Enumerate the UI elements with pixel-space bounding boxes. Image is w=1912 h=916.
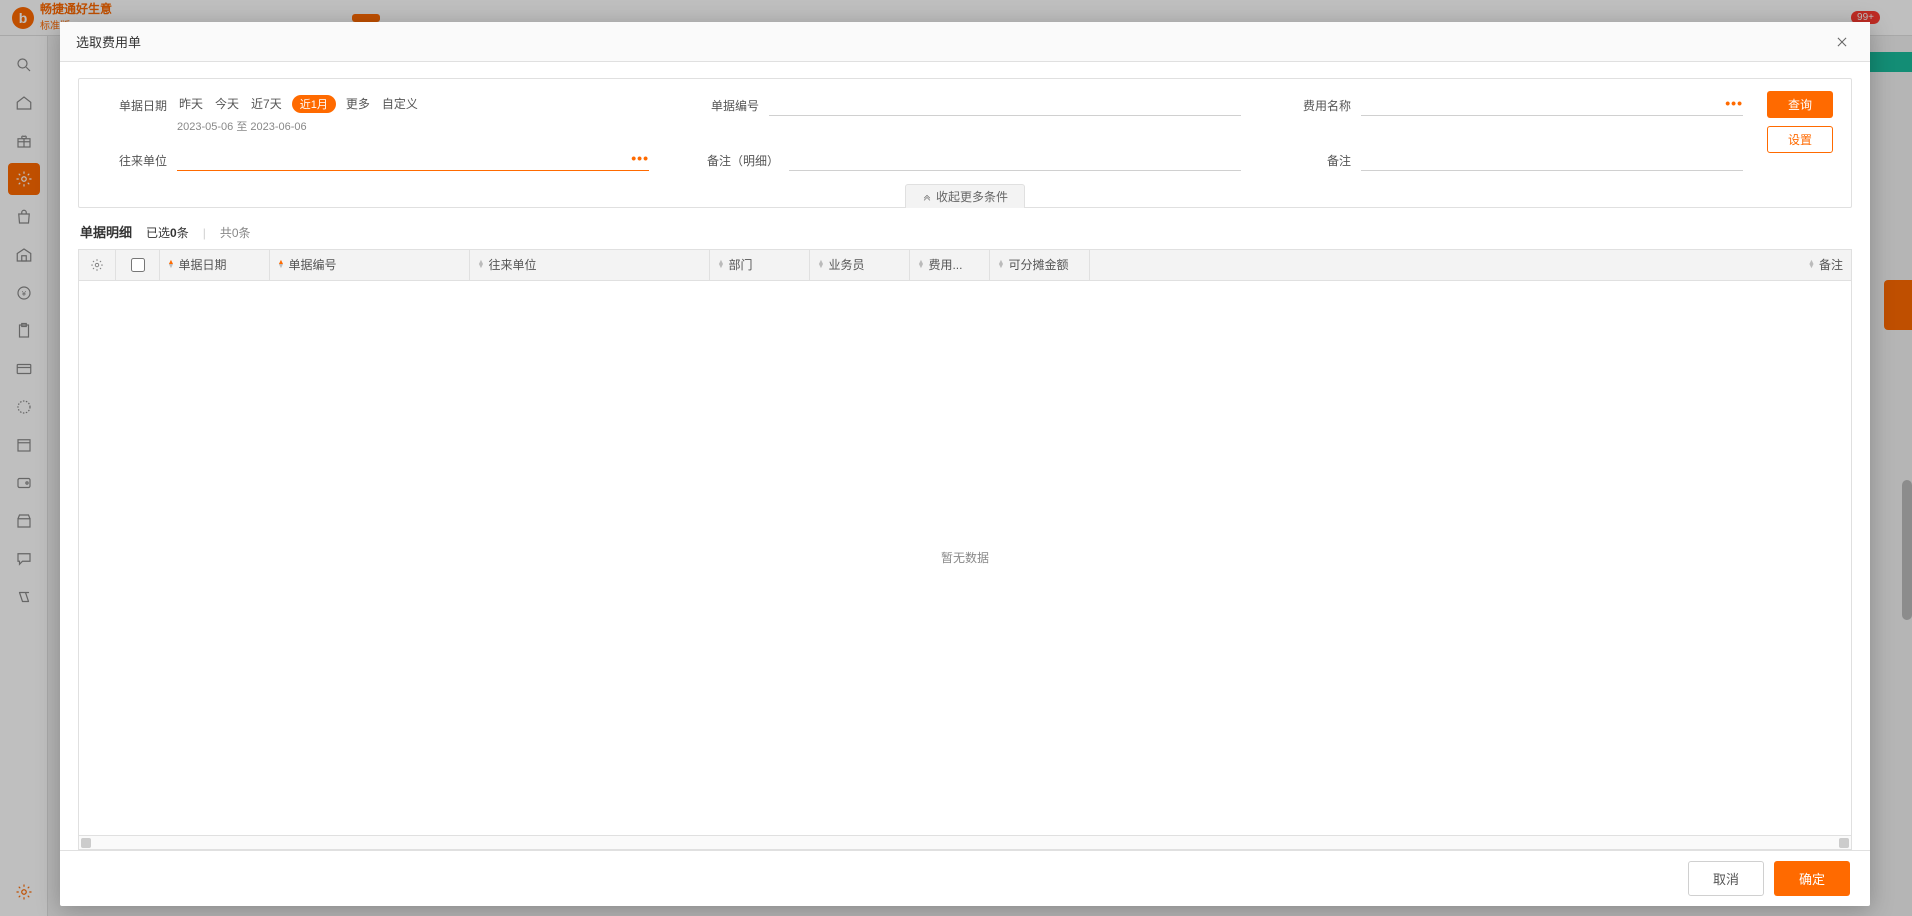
col-salesman[interactable]: ▲▼业务员 xyxy=(809,250,909,280)
docno-input[interactable] xyxy=(769,93,1241,116)
sort-icon: ▲▼ xyxy=(918,261,925,269)
date-range-text: 2023-05-06 至 2023-06-06 xyxy=(177,118,649,134)
scroll-right-icon[interactable] xyxy=(1839,838,1849,848)
col-date[interactable]: ▲▼单据日期 xyxy=(159,250,269,280)
partner-input[interactable] xyxy=(177,148,649,171)
sort-icon: ▲▼ xyxy=(478,261,485,269)
gear-icon xyxy=(90,258,104,272)
filter-partner-label: 往来单位 xyxy=(97,148,167,169)
scroll-left-icon[interactable] xyxy=(81,838,91,848)
collapse-toggle[interactable]: 收起更多条件 xyxy=(905,184,1025,208)
filter-docno-label: 单据编号 xyxy=(689,93,759,114)
remark-detail-input[interactable] xyxy=(789,148,1241,171)
col-dept[interactable]: ▲▼部门 xyxy=(709,250,809,280)
col-docno[interactable]: ▲▼单据编号 xyxy=(269,250,469,280)
filter-date-label: 单据日期 xyxy=(97,93,167,114)
date-link-more[interactable]: 更多 xyxy=(344,93,372,114)
filter-actions: 查询 设置 xyxy=(1767,91,1833,153)
filter-feename: 费用名称 ••• xyxy=(1281,93,1833,134)
date-link-custom[interactable]: 自定义 xyxy=(380,93,420,114)
sort-icon: ▲▼ xyxy=(818,261,825,269)
col-fee[interactable]: ▲▼费用... xyxy=(909,250,989,280)
modal-footer: 取消 确定 xyxy=(60,850,1870,906)
date-link-last7[interactable]: 近7天 xyxy=(249,93,284,114)
cancel-button[interactable]: 取消 xyxy=(1688,861,1764,896)
filter-panel: 单据日期 昨天 今天 近7天 近1月 更多 自定义 2023-05-06 至 2… xyxy=(78,78,1852,208)
sort-icon: ▲▼ xyxy=(1808,261,1815,269)
settings-button[interactable]: 设置 xyxy=(1767,126,1833,153)
chevron-up-icon xyxy=(922,192,932,202)
list-selected: 已选0条 xyxy=(146,224,189,241)
list-header: 单据明细 已选0条 | 共0条 xyxy=(80,222,1852,241)
horizontal-scrollbar[interactable] xyxy=(79,835,1851,849)
col-gear[interactable] xyxy=(79,250,115,280)
date-link-yesterday[interactable]: 昨天 xyxy=(177,93,205,114)
remark-input[interactable] xyxy=(1361,148,1743,171)
filter-date: 单据日期 昨天 今天 近7天 近1月 更多 自定义 2023-05-06 至 2… xyxy=(97,93,649,134)
list-title: 单据明细 xyxy=(80,222,132,241)
col-remark[interactable]: ▲▼备注 xyxy=(1089,250,1851,280)
feename-input[interactable] xyxy=(1361,93,1743,116)
table: ▲▼单据日期 ▲▼单据编号 ▲▼往来单位 ▲▼部门 ▲▼业务员 ▲▼费用... … xyxy=(78,249,1852,850)
filter-remark-detail: 备注（明细） xyxy=(689,148,1241,171)
filter-feename-label: 费用名称 xyxy=(1281,93,1351,114)
partner-more-icon[interactable]: ••• xyxy=(631,150,649,166)
modal-title: 选取费用单 xyxy=(76,32,141,51)
sort-icon: ▲▼ xyxy=(998,261,1005,269)
empty-state: 暂无数据 xyxy=(79,281,1851,836)
col-check[interactable] xyxy=(115,250,159,280)
filter-partner: 往来单位 ••• xyxy=(97,148,649,171)
date-link-last1m[interactable]: 近1月 xyxy=(292,95,336,113)
sort-icon: ▲▼ xyxy=(718,261,725,269)
collapse-label: 收起更多条件 xyxy=(936,188,1008,205)
feename-more-icon[interactable]: ••• xyxy=(1725,95,1743,111)
filter-remark-label: 备注 xyxy=(1281,148,1351,169)
search-button[interactable]: 查询 xyxy=(1767,91,1833,118)
modal-body: 单据日期 昨天 今天 近7天 近1月 更多 自定义 2023-05-06 至 2… xyxy=(60,62,1870,850)
filter-remark: 备注 xyxy=(1281,148,1833,171)
col-alloc[interactable]: ▲▼可分摊金额 xyxy=(989,250,1089,280)
col-partner[interactable]: ▲▼往来单位 xyxy=(469,250,709,280)
sort-icon: ▲▼ xyxy=(168,261,175,269)
select-all-checkbox[interactable] xyxy=(131,258,145,272)
sort-icon: ▲▼ xyxy=(278,261,285,269)
select-expense-modal: 选取费用单 单据日期 昨天 今天 近7天 近1月 更多 xyxy=(60,22,1870,906)
filter-docno: 单据编号 xyxy=(689,93,1241,134)
confirm-button[interactable]: 确定 xyxy=(1774,861,1850,896)
filter-remark-detail-label: 备注（明细） xyxy=(689,148,779,169)
table-body: 暂无数据 xyxy=(79,281,1851,836)
modal-header: 选取费用单 xyxy=(60,22,1870,62)
close-icon[interactable] xyxy=(1830,30,1854,54)
list-total: 共0条 xyxy=(220,224,251,241)
date-link-today[interactable]: 今天 xyxy=(213,93,241,114)
